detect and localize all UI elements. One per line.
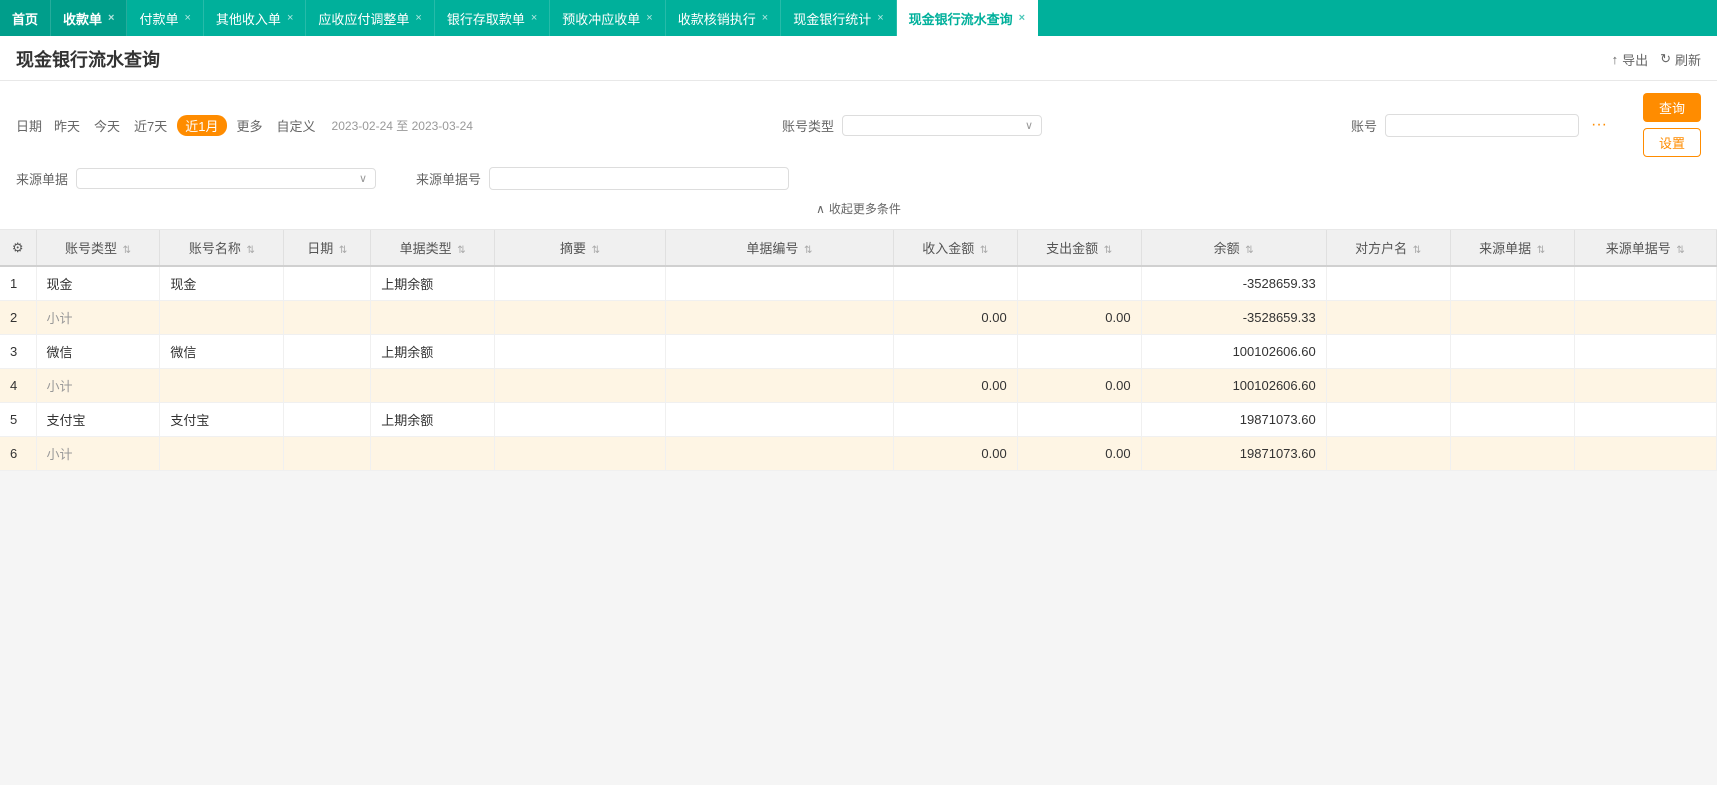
data-table: ⚙ 账号类型 ⇅ 账号名称 ⇅ 日期 ⇅ 单据类型 ⇅ 摘要 ⇅ 单据编号 ⇅ … <box>0 230 1717 471</box>
source-doc-no-filter: 来源单据号 <box>416 167 789 190</box>
account-dots-button[interactable]: ··· <box>1587 116 1611 134</box>
nav-tab-银行存取款单[interactable]: 银行存取款单× <box>435 0 550 36</box>
filter-row-2: 来源单据 ∨ 来源单据号 <box>16 167 1701 190</box>
query-button[interactable]: 查询 <box>1643 93 1701 122</box>
col-counterparty[interactable]: 对方户名 ⇅ <box>1326 230 1450 266</box>
table-row: 5支付宝支付宝上期余额19871073.60 <box>0 403 1717 437</box>
header-actions: ↑ 导出 ↻ 刷新 <box>1612 50 1701 69</box>
source-doc-no-label: 来源单据号 <box>416 169 481 188</box>
shortcut-今天[interactable]: 今天 <box>90 115 124 136</box>
col-expense[interactable]: 支出金额 ⇅ <box>1017 230 1141 266</box>
refresh-button[interactable]: ↻ 刷新 <box>1660 50 1701 69</box>
account-type-filter: 账号类型 ∨ <box>782 115 1042 136</box>
gear-icon: ⚙ <box>12 240 24 255</box>
table-row: 3微信微信上期余额100102606.60 <box>0 335 1717 369</box>
collapse-button[interactable]: ∧ 收起更多条件 <box>816 200 901 217</box>
filter-area: 日期 昨天今天近7天近1月更多自定义 2023-02-24 至 2023-03-… <box>0 81 1717 230</box>
date-shortcuts: 昨天今天近7天近1月更多自定义 <box>50 115 320 136</box>
col-doc-no[interactable]: 单据编号 ⇅ <box>665 230 893 266</box>
account-input[interactable] <box>1385 114 1579 137</box>
shortcut-更多[interactable]: 更多 <box>233 115 267 136</box>
source-doc-label: 来源单据 <box>16 169 68 188</box>
table-header: ⚙ 账号类型 ⇅ 账号名称 ⇅ 日期 ⇅ 单据类型 ⇅ 摘要 ⇅ 单据编号 ⇅ … <box>0 230 1717 266</box>
table-row: 4小计0.000.00100102606.60 <box>0 369 1717 403</box>
shortcut-昨天[interactable]: 昨天 <box>50 115 84 136</box>
shortcut-自定义[interactable]: 自定义 <box>273 115 320 136</box>
nav-tab-付款单[interactable]: 付款单× <box>127 0 203 36</box>
col-doc-type[interactable]: 单据类型 ⇅ <box>371 230 495 266</box>
settings-button[interactable]: 设置 <box>1643 128 1701 157</box>
export-label: 导出 <box>1622 50 1648 69</box>
chevron-down-icon: ∨ <box>1025 119 1033 132</box>
collapse-row: ∧ 收起更多条件 <box>16 200 1701 217</box>
refresh-label: 刷新 <box>1675 50 1701 69</box>
nav-tab-收款单[interactable]: 收款单× <box>51 0 127 36</box>
page-header: 现金银行流水查询 ↑ 导出 ↻ 刷新 <box>0 36 1717 81</box>
shortcut-近1月[interactable]: 近1月 <box>177 115 226 136</box>
nav-tab-收款核销执行[interactable]: 收款核销执行× <box>666 0 781 36</box>
table-container: ⚙ 账号类型 ⇅ 账号名称 ⇅ 日期 ⇅ 单据类型 ⇅ 摘要 ⇅ 单据编号 ⇅ … <box>0 230 1717 471</box>
table-body: 1现金现金上期余额-3528659.332小计0.000.00-3528659.… <box>0 266 1717 471</box>
col-summary[interactable]: 摘要 ⇅ <box>495 230 666 266</box>
table-row: 6小计0.000.0019871073.60 <box>0 437 1717 471</box>
account-filter: 账号 ··· <box>1351 114 1611 137</box>
col-source-doc-no[interactable]: 来源单据号 ⇅ <box>1574 230 1716 266</box>
col-income[interactable]: 收入金额 ⇅ <box>893 230 1017 266</box>
table-row: 2小计0.000.00-3528659.33 <box>0 301 1717 335</box>
nav-tab-应收应付调整单[interactable]: 应收应付调整单× <box>306 0 434 36</box>
collapse-icon: ∧ <box>816 202 825 216</box>
nav-tab-现金银行流水查询[interactable]: 现金银行流水查询× <box>897 0 1038 36</box>
col-gear[interactable]: ⚙ <box>0 230 36 266</box>
source-doc-chevron-icon: ∨ <box>359 172 367 185</box>
col-account-type[interactable]: 账号类型 ⇅ <box>36 230 160 266</box>
refresh-icon: ↻ <box>1660 51 1671 67</box>
col-balance[interactable]: 余额 ⇅ <box>1141 230 1326 266</box>
source-doc-select[interactable]: ∨ <box>76 168 376 189</box>
date-filter: 日期 昨天今天近7天近1月更多自定义 2023-02-24 至 2023-03-… <box>16 115 473 136</box>
nav-tab-现金银行统计[interactable]: 现金银行统计× <box>781 0 896 36</box>
col-account-name[interactable]: 账号名称 ⇅ <box>160 230 284 266</box>
col-source-doc[interactable]: 来源单据 ⇅ <box>1450 230 1574 266</box>
filter-row-1: 日期 昨天今天近7天近1月更多自定义 2023-02-24 至 2023-03-… <box>16 93 1701 157</box>
account-label: 账号 <box>1351 116 1377 135</box>
date-label: 日期 <box>16 116 42 135</box>
page-title: 现金银行流水查询 <box>16 46 160 72</box>
export-icon: ↑ <box>1612 52 1619 67</box>
collapse-label: 收起更多条件 <box>829 200 901 217</box>
source-doc-filter: 来源单据 ∨ <box>16 168 376 189</box>
col-date[interactable]: 日期 ⇅ <box>284 230 371 266</box>
nav-home[interactable]: 首页 <box>0 0 51 36</box>
source-doc-no-input[interactable] <box>489 167 789 190</box>
shortcut-近7天[interactable]: 近7天 <box>130 115 171 136</box>
account-type-select[interactable]: ∨ <box>842 115 1042 136</box>
account-type-label: 账号类型 <box>782 116 834 135</box>
date-range: 2023-02-24 至 2023-03-24 <box>332 117 473 134</box>
nav-tab-其他收入单[interactable]: 其他收入单× <box>204 0 306 36</box>
export-button[interactable]: ↑ 导出 <box>1612 50 1649 69</box>
top-nav: 首页 收款单×付款单×其他收入单×应收应付调整单×银行存取款单×预收冲应收单×收… <box>0 0 1717 36</box>
nav-tab-预收冲应收单[interactable]: 预收冲应收单× <box>550 0 665 36</box>
table-row: 1现金现金上期余额-3528659.33 <box>0 266 1717 301</box>
